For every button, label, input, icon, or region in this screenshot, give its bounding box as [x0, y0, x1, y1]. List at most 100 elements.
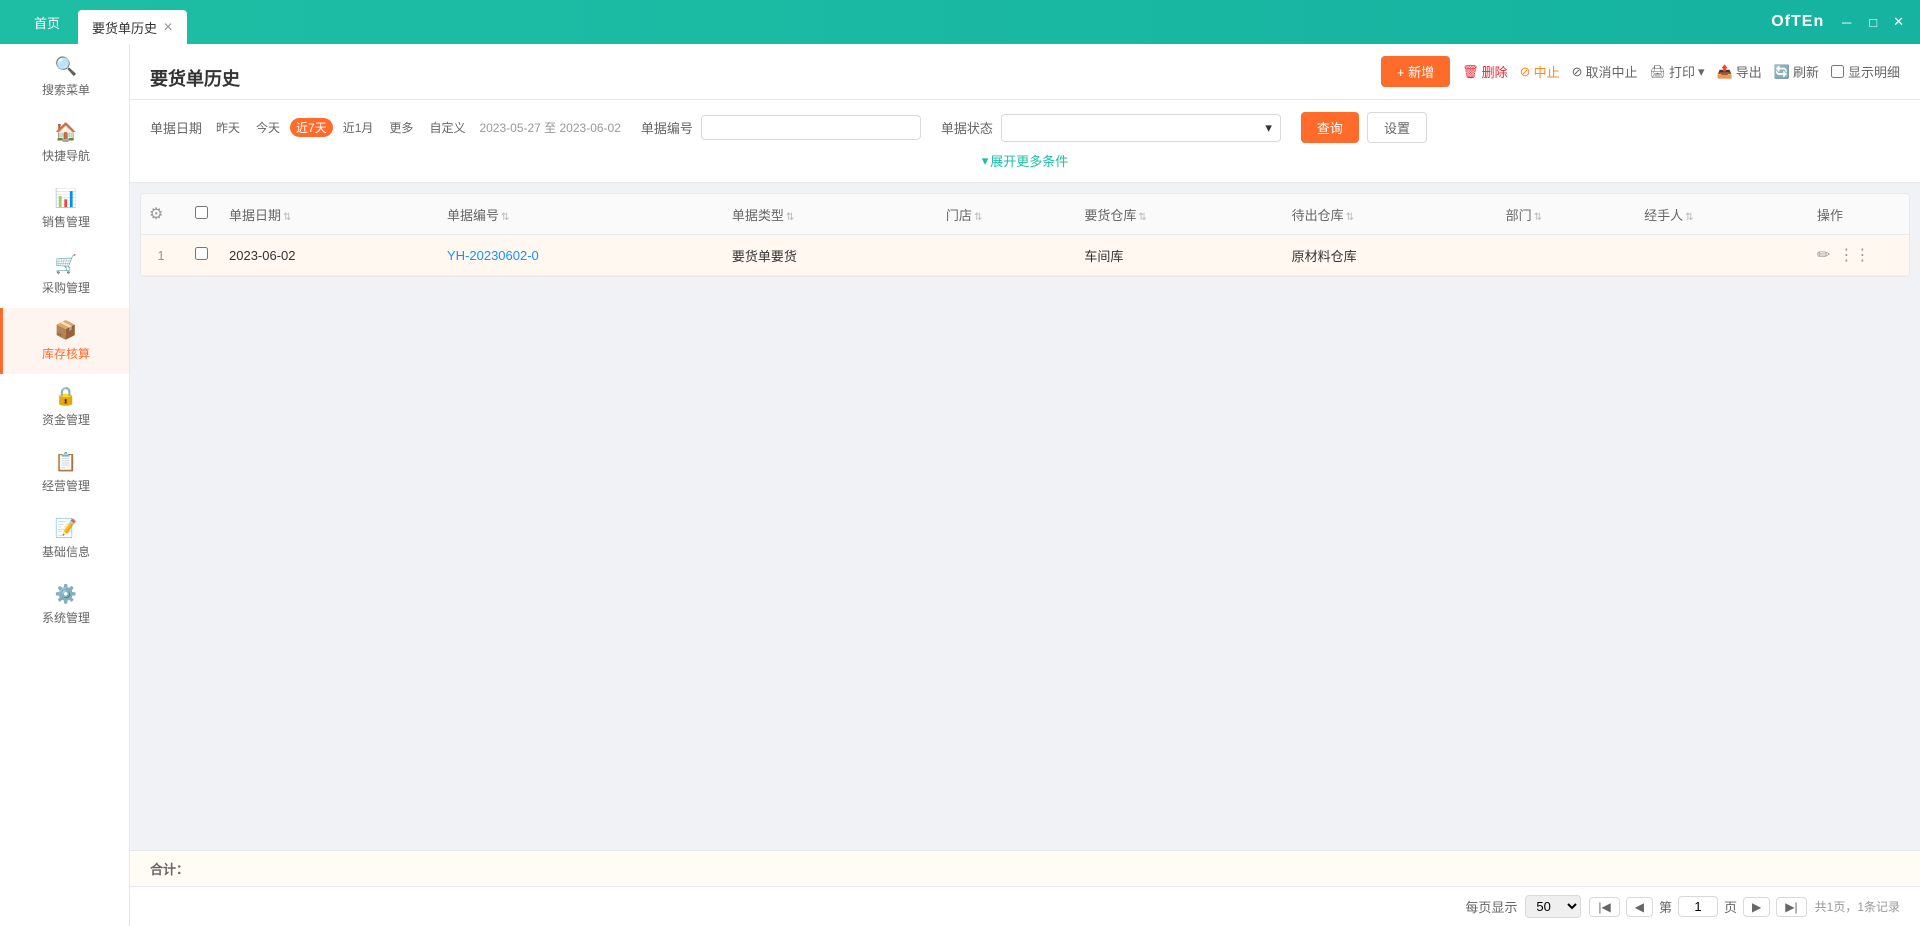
basic-info-icon: 📝: [55, 518, 77, 539]
sort-store-icon[interactable]: ⇅: [974, 212, 982, 223]
sidebar-label-basic-info: 基础信息: [42, 543, 90, 560]
sidebar-item-search[interactable]: 🔍 搜索菜单: [0, 44, 129, 110]
page-label-suffix: 页: [1724, 897, 1737, 916]
next-page-btn[interactable]: ▶: [1743, 897, 1770, 917]
top-bar-right: OfTEn － □ ✕: [1771, 13, 1904, 32]
tab-requisition-history[interactable]: 要货单历史 ✕: [78, 10, 187, 44]
chevron-down-icon: ▾: [1265, 120, 1272, 136]
tab-list: 首页 要货单历史 ✕: [16, 0, 187, 44]
home-icon: 🏠: [55, 122, 77, 143]
th-operation: 操作: [1809, 194, 1909, 235]
date-filter-label: 单据日期: [150, 118, 202, 137]
edit-icon[interactable]: ✏: [1817, 245, 1830, 265]
sort-dept-icon[interactable]: ⇅: [1534, 212, 1542, 223]
purchase-icon: 🛒: [55, 254, 77, 275]
sort-date-icon[interactable]: ⇅: [283, 212, 291, 223]
row-date: 2023-06-02: [221, 235, 439, 276]
print-dropdown-icon: ▾: [1698, 64, 1705, 80]
delete-button[interactable]: 🗑 删除: [1462, 62, 1508, 81]
sidebar-item-basic-info[interactable]: 📝 基础信息: [0, 506, 129, 572]
row-checkbox-cell: [181, 235, 221, 276]
sort-pendwh-icon[interactable]: ⇅: [1346, 212, 1354, 223]
sidebar-label-finance: 资金管理: [42, 411, 90, 428]
export-button[interactable]: 📤 导出: [1717, 62, 1762, 81]
date-btn-yesterday[interactable]: 昨天: [210, 118, 246, 137]
expand-filter-button[interactable]: ▾ 展开更多条件: [982, 151, 1069, 170]
data-table: ⚙ 单据日期⇅ 单据编号⇅ 单据类型⇅ 门店⇅ 要货仓库⇅ 待出仓库: [140, 193, 1910, 277]
row-bill-type: 要货单要货: [724, 235, 938, 276]
table-settings-icon[interactable]: ⚙: [149, 206, 163, 223]
search-icon: 🔍: [55, 56, 77, 77]
sidebar-label-system: 系统管理: [42, 609, 90, 626]
page-number-input[interactable]: [1678, 896, 1718, 917]
th-bill-type: 单据类型⇅: [724, 194, 938, 235]
date-btn-7days[interactable]: 近7天: [290, 118, 333, 137]
sidebar-item-purchase[interactable]: 🛒 采购管理: [0, 242, 129, 308]
display-detail-checkbox[interactable]: [1831, 65, 1844, 78]
prev-page-btn[interactable]: ◀: [1626, 897, 1653, 917]
brand-label: OfTEn: [1771, 13, 1824, 31]
action-buttons: 查询 设置: [1301, 112, 1427, 143]
sort-handler-icon[interactable]: ⇅: [1685, 212, 1693, 223]
sidebar-item-finance[interactable]: 🔒 资金管理: [0, 374, 129, 440]
restore-btn[interactable]: □: [1869, 15, 1877, 30]
expand-icon: ▾: [982, 153, 989, 169]
th-bill-no: 单据编号⇅: [439, 194, 724, 235]
cancel-stop-button[interactable]: ⊘ 取消中止: [1572, 62, 1638, 81]
close-btn[interactable]: ✕: [1893, 14, 1904, 30]
bill-status-filter: 单据状态 ▾: [941, 114, 1281, 142]
row-req-warehouse: 车间库: [1076, 235, 1283, 276]
query-button[interactable]: 查询: [1301, 112, 1359, 143]
refresh-button[interactable]: 🔄 刷新: [1774, 62, 1819, 81]
sidebar-label-sales: 销售管理: [42, 213, 90, 230]
refresh-icon: 🔄: [1774, 64, 1790, 80]
minimize-btn[interactable]: －: [1840, 13, 1853, 32]
first-page-btn[interactable]: |◀: [1589, 897, 1619, 917]
row-checkbox[interactable]: [195, 247, 208, 260]
settings-button[interactable]: 设置: [1367, 112, 1427, 143]
sidebar-item-system[interactable]: ⚙️ 系统管理: [0, 572, 129, 638]
row-bill-no-link[interactable]: YH-20230602-0: [447, 248, 539, 263]
th-settings: ⚙: [141, 194, 181, 235]
th-store: 门店⇅: [938, 194, 1076, 235]
operations-icon: 📋: [55, 452, 77, 473]
row-store: [938, 235, 1076, 276]
tab-home[interactable]: 首页: [16, 0, 78, 44]
page-size-select[interactable]: 50 20 100 200: [1525, 895, 1581, 918]
print-button[interactable]: 🖨 打印 ▾: [1650, 62, 1705, 81]
th-checkbox: [181, 194, 221, 235]
export-icon: 📤: [1717, 64, 1733, 80]
filter-row-2: ▾ 展开更多条件: [150, 151, 1900, 170]
stop-button[interactable]: ⊘ 中止: [1520, 62, 1560, 81]
row-pending-warehouse: 原材料仓库: [1284, 235, 1498, 276]
sidebar-item-inventory[interactable]: 📦 库存核算: [0, 308, 129, 374]
delete-icon: 🗑: [1462, 64, 1479, 80]
sort-billno-icon[interactable]: ⇅: [501, 212, 509, 223]
toolbar: + 新增 🗑 删除 ⊘ 中止 ⊘ 取消中止 🖨 打: [1381, 56, 1900, 99]
last-page-btn[interactable]: ▶|: [1776, 897, 1806, 917]
total-info: 共1页，1条记录: [1815, 898, 1900, 915]
filter-area: 单据日期 昨天 今天 近7天 近1月 更多 自定义 2023-05-27 至 2…: [130, 100, 1920, 183]
th-department: 部门⇅: [1498, 194, 1636, 235]
sort-reqwh-icon[interactable]: ⇅: [1138, 212, 1146, 223]
row-department: [1498, 235, 1636, 276]
sort-billtype-icon[interactable]: ⇅: [786, 212, 794, 223]
bill-no-input[interactable]: [701, 115, 921, 140]
sidebar-item-sales[interactable]: 📊 销售管理: [0, 176, 129, 242]
date-btn-more[interactable]: 更多: [383, 118, 419, 137]
bill-status-label: 单据状态: [941, 118, 993, 137]
th-handler: 经手人⇅: [1636, 194, 1809, 235]
select-all-checkbox[interactable]: [195, 206, 208, 219]
date-btn-custom[interactable]: 自定义: [423, 118, 471, 137]
new-button[interactable]: + 新增: [1381, 56, 1450, 87]
sidebar-item-operations[interactable]: 📋 经营管理: [0, 440, 129, 506]
content-area: 要货单历史 + 新增 🗑 删除 ⊘ 中止 ⊘ 取消中止: [130, 44, 1920, 926]
date-btn-today[interactable]: 今天: [250, 118, 286, 137]
display-detail-toggle[interactable]: 显示明细: [1831, 62, 1900, 81]
more-icon[interactable]: ⋮⋮: [1838, 245, 1870, 265]
sidebar-item-quick-nav[interactable]: 🏠 快捷导航: [0, 110, 129, 176]
bill-status-select[interactable]: ▾: [1001, 114, 1281, 142]
date-btn-1month[interactable]: 近1月: [337, 118, 380, 137]
inventory-icon: 📦: [55, 320, 77, 341]
tab-close-icon[interactable]: ✕: [163, 20, 173, 34]
